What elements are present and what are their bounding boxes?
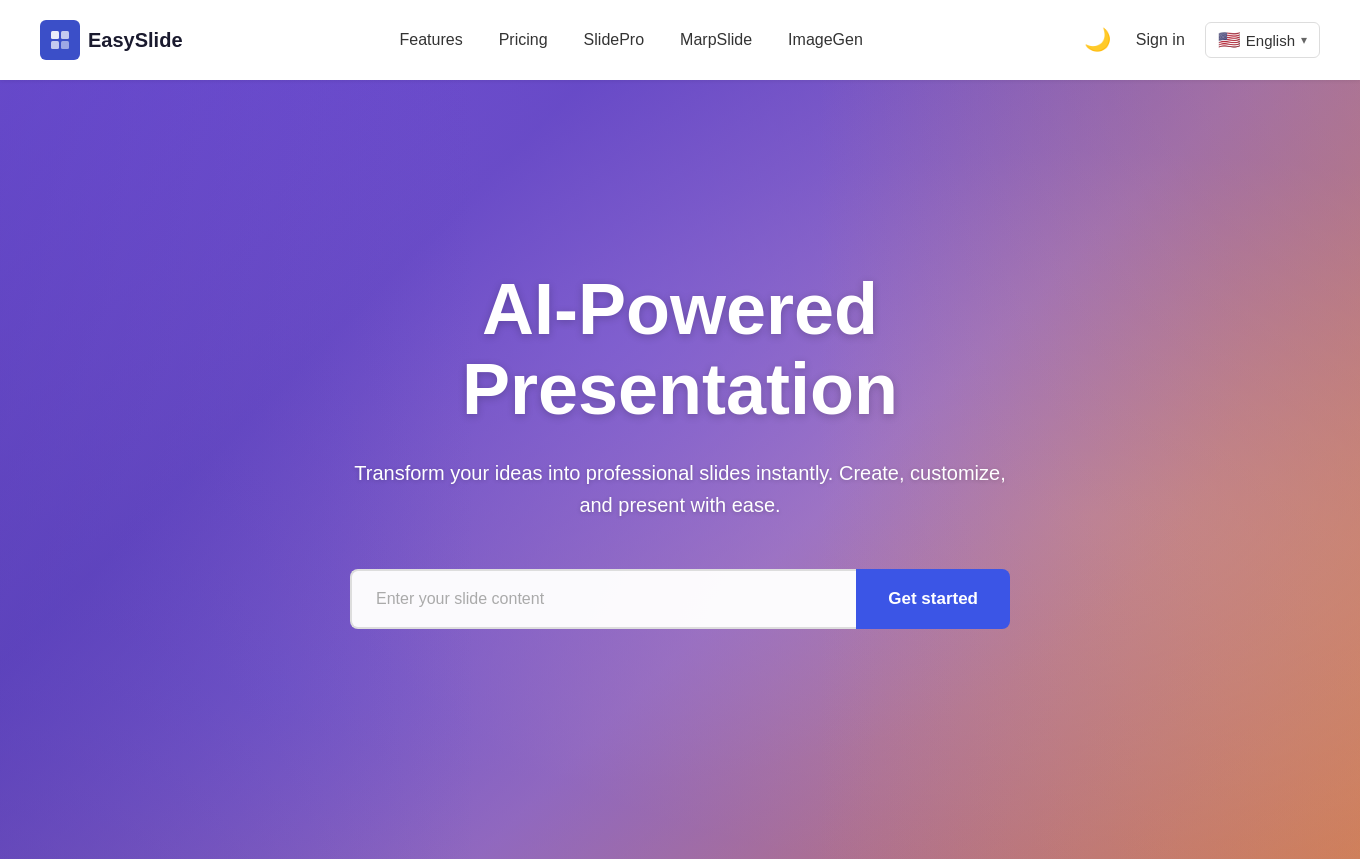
nav-slidepro[interactable]: SlidePro (584, 31, 644, 49)
hero-content: AI-Powered Presentation Transform your i… (320, 270, 1040, 628)
logo-icon (40, 20, 80, 60)
svg-rect-2 (51, 41, 59, 49)
get-started-button[interactable]: Get started (856, 569, 1010, 629)
svg-rect-1 (61, 31, 69, 39)
sign-in-link[interactable]: Sign in (1136, 31, 1185, 49)
navbar-logo-area: EasySlide (40, 20, 183, 60)
logo-text: EasySlide (88, 29, 183, 52)
nav-marpslide[interactable]: MarpSlide (680, 31, 752, 49)
hero-title-line2: Presentation (462, 349, 898, 429)
hero-title: AI-Powered Presentation (340, 270, 1020, 428)
nav-features[interactable]: Features (400, 31, 463, 49)
nav-pricing[interactable]: Pricing (499, 31, 548, 49)
hero-section: AI-Powered Presentation Transform your i… (0, 0, 1360, 859)
hero-subtitle: Transform your ideas into professional s… (340, 457, 1020, 521)
navbar: EasySlide Features Pricing SlidePro Marp… (0, 0, 1360, 80)
language-flag: 🇺🇸 (1218, 29, 1240, 51)
language-label: English (1246, 32, 1295, 49)
slide-content-input[interactable] (350, 569, 856, 629)
navbar-right-actions: 🌙 Sign in 🇺🇸 English ▾ (1080, 22, 1320, 58)
dark-mode-button[interactable]: 🌙 (1080, 22, 1116, 58)
hero-title-line1: AI-Powered (482, 269, 878, 349)
chevron-down-icon: ▾ (1301, 33, 1307, 47)
hero-cta-area: Get started (350, 569, 1010, 629)
svg-rect-0 (51, 31, 59, 39)
svg-rect-3 (61, 41, 69, 49)
nav-imagegen[interactable]: ImageGen (788, 31, 863, 49)
language-selector[interactable]: 🇺🇸 English ▾ (1205, 22, 1320, 58)
navbar-links: Features Pricing SlidePro MarpSlide Imag… (400, 31, 863, 49)
